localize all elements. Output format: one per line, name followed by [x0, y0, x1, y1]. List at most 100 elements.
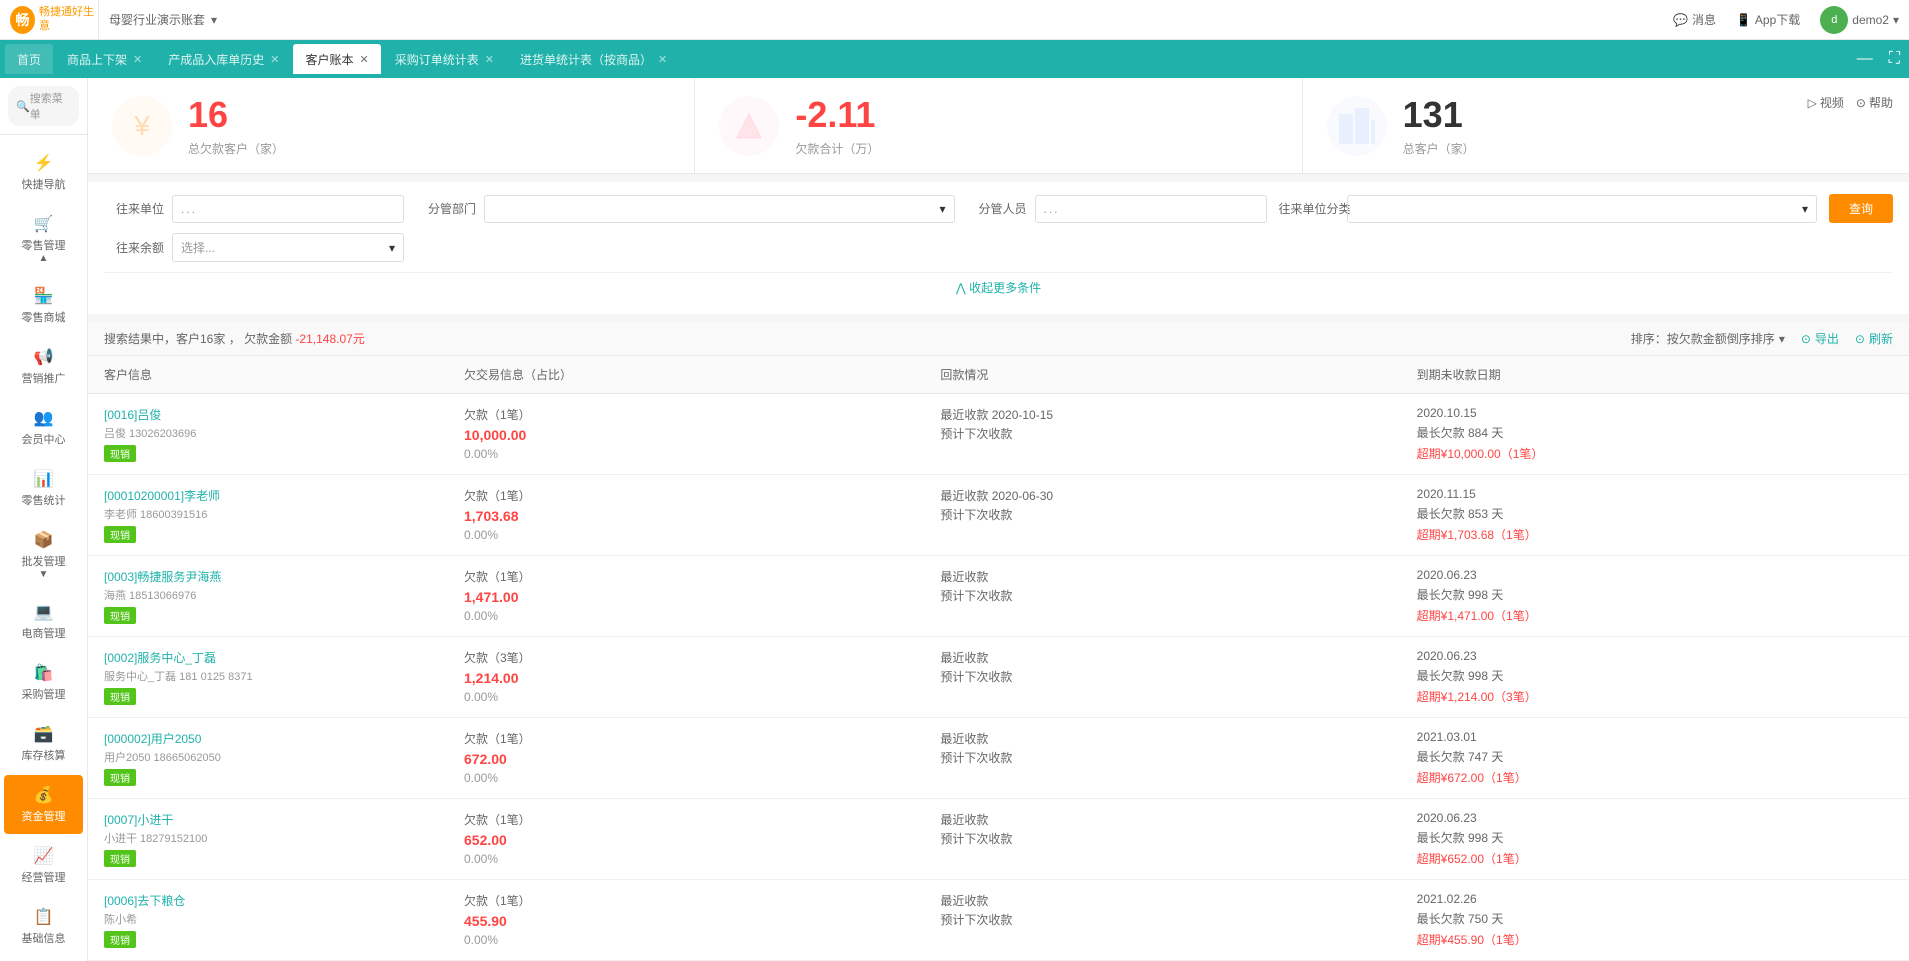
tab-inbound-stat[interactable]: 进货单统计表（按商品） ✕	[508, 44, 679, 74]
sidebar-item-finance[interactable]: 💰 资金管理	[4, 775, 83, 834]
repayment-label-0016: 最近收款	[940, 408, 988, 422]
filter-balance-select[interactable]: 选择... ▾	[172, 233, 404, 262]
customer-tag-0002: 现销	[104, 688, 136, 705]
tab-home[interactable]: 首页	[5, 44, 53, 74]
filter-person-dots: ...	[1044, 202, 1060, 216]
message-button[interactable]: 💬 消息	[1673, 11, 1716, 28]
overdue-info-000002: 2021.03.01 最长欠款 747 天 超期¥672.00（1笔）	[1417, 730, 1893, 786]
overdue-info-00010200001: 2020.11.15 最长欠款 853 天 超期¥1,703.68（1笔）	[1417, 487, 1893, 543]
company-name: 母婴行业演示账套	[109, 11, 205, 28]
sort-select[interactable]: 排序：按欠款金额倒序排序 ▾	[1631, 330, 1785, 347]
sidebar-search-box[interactable]: 🔍 搜索菜单	[8, 86, 79, 126]
ecommerce-icon: 💻	[34, 602, 54, 622]
customer-name-000002[interactable]: [000002]用户2050	[104, 730, 464, 747]
customer-info-000002: [000002]用户2050 用户2050 18665062050 现销	[104, 730, 464, 786]
view-video-label: 视频	[1820, 94, 1844, 111]
user-menu[interactable]: d demo2 ▾	[1820, 6, 1899, 34]
collapse-button[interactable]: ⋀ 收起更多条件	[104, 272, 1893, 302]
avatar: d	[1820, 6, 1848, 34]
tab-purchase-order-stat-close[interactable]: ✕	[485, 53, 494, 66]
sidebar-item-purchase[interactable]: 🛍️ 采购管理	[4, 653, 83, 712]
debt-amount-0016: 10,000.00	[464, 427, 940, 443]
logo-icon: 畅	[10, 6, 35, 34]
filter-dept-select[interactable]: ▾	[484, 195, 955, 223]
customer-name-0003[interactable]: [0003]畅捷服务尹海燕	[104, 568, 464, 585]
tab-minimize-button[interactable]: —	[1853, 50, 1877, 68]
purchase-icon: 🛍️	[34, 663, 54, 683]
tab-product-on-off[interactable]: 商品上下架 ✕	[55, 44, 154, 74]
company-selector[interactable]: 母婴行业演示账套 ▾	[98, 0, 258, 39]
customer-name-0006[interactable]: [0006]去下粮仓	[104, 892, 464, 909]
sidebar-item-inventory[interactable]: 🗃️ 库存核算	[4, 714, 83, 773]
sidebar-item-basic-info[interactable]: 📋 基础信息	[4, 897, 83, 956]
sidebar-item-batch-mgmt[interactable]: 📦 批发管理 ▼	[4, 520, 83, 590]
app-download-button[interactable]: 📱 App下载	[1736, 11, 1800, 28]
table-row: [0016]吕俊 吕俊 13026203696 现销 欠款（1笔） 10,000…	[88, 394, 1909, 475]
refresh-button[interactable]: ⊙ 刷新	[1855, 330, 1893, 347]
filter-balance-label: 往来余额	[104, 239, 164, 256]
help-button[interactable]: ⊙ 帮助	[1856, 94, 1893, 111]
sidebar-item-ecommerce[interactable]: 💻 电商管理	[4, 592, 83, 651]
overdue-amount-0016[interactable]: 超期¥10,000.00（1笔）	[1417, 445, 1893, 462]
sidebar-item-marketing[interactable]: 📢 营销推广	[4, 337, 83, 396]
inventory-icon: 🗃️	[34, 724, 54, 744]
debt-amount-00010200001: 1,703.68	[464, 508, 940, 524]
view-video-button[interactable]: ▷ 视频	[1808, 94, 1844, 111]
user-chevron-icon: ▾	[1893, 13, 1899, 27]
customer-name-0016[interactable]: [0016]吕俊	[104, 406, 464, 423]
repayment-date-0016: 最近收款 2020-10-15	[940, 406, 1416, 423]
sidebar-nav: ⚡ 快捷导航 🛒 零售管理 ▲ 🏪 零售商城 📢 营销推广 👥 会员中心 �	[0, 135, 87, 961]
search-button[interactable]: 查询	[1829, 194, 1893, 223]
sidebar-item-retail-stat[interactable]: 📊 零售统计	[4, 459, 83, 518]
sidebar-item-quick-nav[interactable]: ⚡ 快捷导航	[4, 143, 83, 202]
filter-balance-arrow-icon: ▾	[389, 241, 395, 255]
tab-production-history[interactable]: 产成品入库单历史 ✕	[156, 44, 291, 74]
ops-mgmt-icon: 📈	[34, 846, 54, 866]
batch-mgmt-arrow-icon: ▼	[39, 569, 49, 580]
filter-balance: 往来余额 选择... ▾	[104, 233, 404, 262]
tab-home-label: 首页	[17, 51, 41, 68]
tab-purchase-order-stat[interactable]: 采购订单统计表 ✕	[383, 44, 506, 74]
tab-production-history-close[interactable]: ✕	[270, 53, 279, 66]
data-table: 客户信息 欠交易信息（占比） 回款情况 到期未收款日期 [0016]吕俊 吕俊 …	[88, 356, 1909, 961]
content-area: ¥ 16 总欠款客户（家） -2.11 欠款合计（万）	[88, 78, 1909, 961]
filter-unit-class: 往来单位分类 ▾	[1279, 195, 1818, 223]
overdue-days-0016: 最长欠款 884 天	[1417, 424, 1893, 441]
card-debt-customers: ¥ 16 总欠款客户（家）	[88, 78, 695, 173]
tab-purchase-order-stat-label: 采购订单统计表	[395, 51, 479, 68]
sidebar-item-retail-store-label: 零售商城	[22, 309, 66, 325]
filter-unit-class-select[interactable]: ▾	[1347, 195, 1818, 223]
customer-name-0002[interactable]: [0002]服务中心_丁磊	[104, 649, 464, 666]
card-total-customers-label: 总客户（家）	[1403, 140, 1475, 157]
customer-tag-00010200001: 现销	[104, 526, 136, 543]
repayment-info-0007: 最近收款 预计下次收款	[940, 811, 1416, 847]
overdue-date-0016: 2020.10.15	[1417, 406, 1893, 420]
export-button[interactable]: ⊙ 导出	[1801, 330, 1839, 347]
tab-fullscreen-button[interactable]: ⛶	[1885, 50, 1904, 68]
sidebar-search: 🔍 搜索菜单	[0, 78, 87, 135]
customer-phone-0003: 海燕 18513066976	[104, 587, 464, 603]
tab-customer-account[interactable]: 客户账本 ✕	[293, 44, 380, 74]
customer-name-00010200001[interactable]: [00010200001]李老师	[104, 487, 464, 504]
tab-customer-account-close[interactable]: ✕	[360, 53, 369, 66]
sidebar-item-retail-mgmt[interactable]: 🛒 零售管理 ▲	[4, 204, 83, 274]
sidebar-item-retail-store[interactable]: 🏪 零售商城	[4, 276, 83, 335]
top-bar: 畅 畅捷通好生意 母婴行业演示账套 ▾ 💬 消息 📱 App下载 d demo2…	[0, 0, 1909, 40]
tab-inbound-stat-close[interactable]: ✕	[658, 53, 667, 66]
sidebar-item-ops-mgmt-label: 经营管理	[22, 869, 66, 885]
filter-row-1: 往来单位 ... 分管部门 ▾ 分管人员 ...	[104, 194, 1893, 223]
retail-store-icon: 🏪	[34, 286, 54, 306]
refresh-icon: ⊙	[1855, 332, 1865, 346]
tab-product-on-off-close[interactable]: ✕	[133, 53, 142, 66]
refresh-label: 刷新	[1869, 330, 1893, 347]
message-icon: 💬	[1673, 13, 1688, 27]
sidebar-item-member[interactable]: 👥 会员中心	[4, 398, 83, 457]
customer-name-0007[interactable]: [0007]小进干	[104, 811, 464, 828]
filter-source-unit-dots: ...	[181, 202, 197, 216]
top-actions: 💬 消息 📱 App下载 d demo2 ▾	[1673, 6, 1899, 34]
filter-source-unit-input[interactable]: ...	[172, 195, 404, 223]
result-debt-label2: 欠款金额	[244, 332, 292, 346]
filter-person-input[interactable]: ...	[1035, 195, 1267, 223]
debt-info-000002: 欠款（1笔） 672.00 0.00%	[464, 730, 940, 785]
sidebar-item-ops-mgmt[interactable]: 📈 经营管理	[4, 836, 83, 895]
